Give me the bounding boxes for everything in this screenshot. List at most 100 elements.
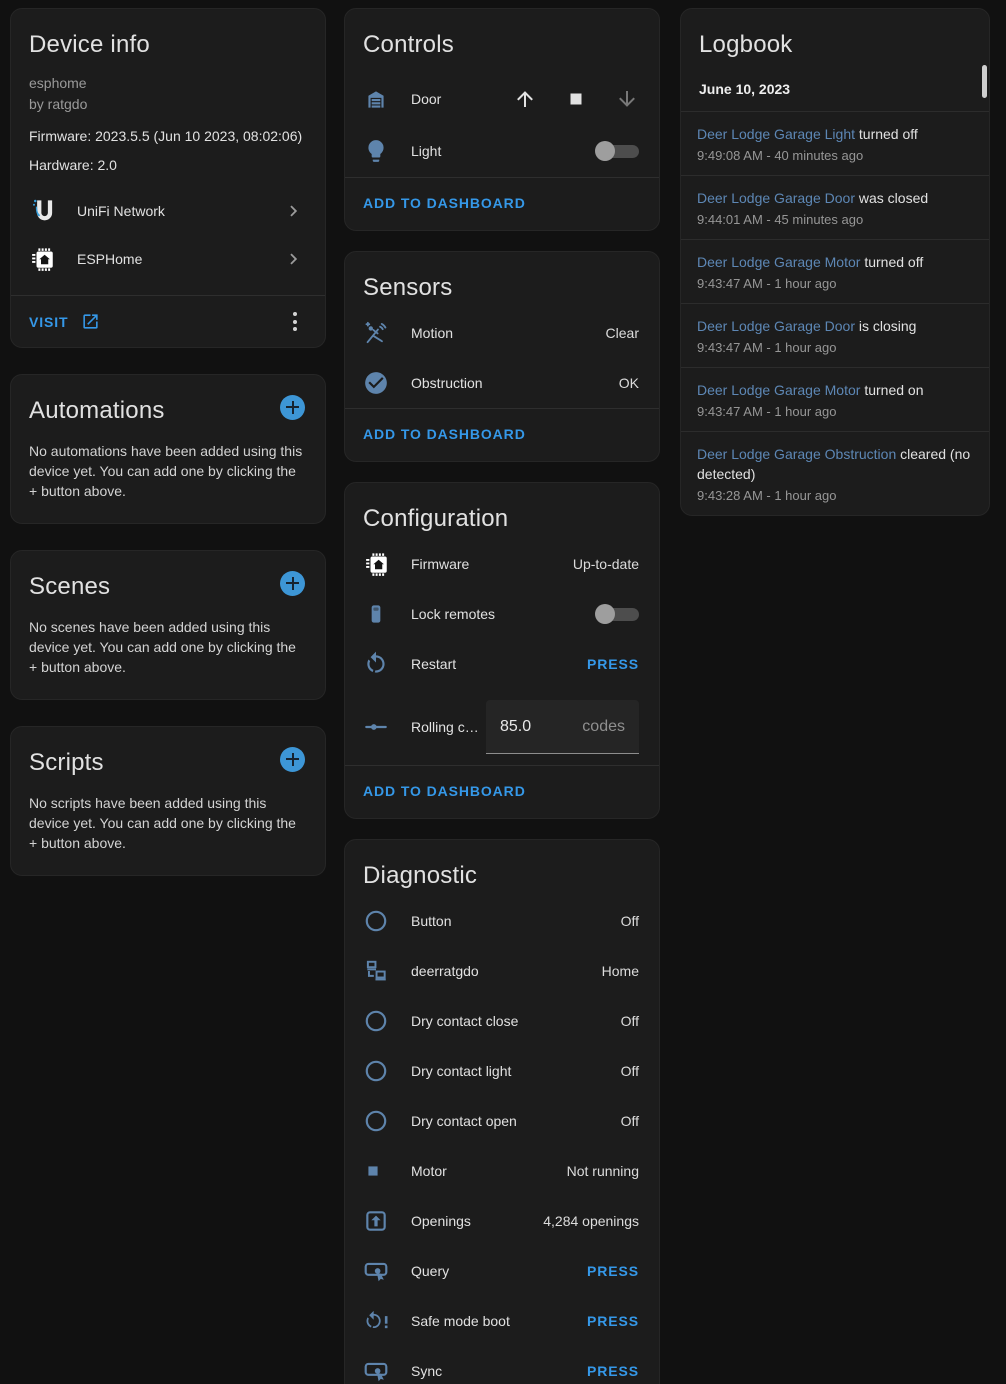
chevron-right-icon: [283, 248, 305, 270]
sensor-state: OK: [618, 375, 639, 391]
check-circle-icon: [363, 370, 389, 396]
device-info-card: Device info esphome by ratgdo Firmware: …: [10, 8, 326, 348]
logbook-entity-link[interactable]: Deer Lodge Garage Obstruction: [697, 446, 896, 462]
square-icon: [363, 1161, 383, 1181]
rolling-code-value: 85.0: [500, 717, 532, 735]
logbook-timestamp: 9:43:28 AM - 1 hour ago: [697, 488, 837, 503]
add-to-dashboard-link[interactable]: ADD TO DASHBOARD: [363, 783, 526, 799]
diag-row-dry-contact-close[interactable]: Dry contact close Off: [345, 996, 659, 1046]
logbook-entity-link[interactable]: Deer Lodge Garage Motor: [697, 382, 860, 398]
right-column: Logbook June 10, 2023 Deer Lodge Garage …: [680, 8, 990, 516]
garage-door-icon: [363, 86, 389, 112]
light-toggle[interactable]: [595, 140, 639, 162]
cover-close-button[interactable]: [615, 87, 639, 111]
integration-label: UniFi Network: [77, 203, 165, 219]
diag-state: 4,284 openings: [543, 1213, 639, 1229]
logbook-scrollbar[interactable]: [982, 65, 987, 98]
config-row-firmware[interactable]: Firmware Up-to-date: [345, 539, 659, 589]
logbook-entry: Deer Lodge Garage Light turned off 9:49:…: [681, 111, 989, 175]
sensors-title: Sensors: [363, 274, 453, 301]
logbook-action: is closing: [858, 318, 917, 334]
config-state: Up-to-date: [572, 556, 639, 572]
integration-label: ESPHome: [77, 251, 143, 267]
logbook-date-header: June 10, 2023: [699, 81, 791, 97]
add-automation-button[interactable]: [280, 394, 305, 420]
diag-label: Safe mode boot: [411, 1313, 510, 1329]
counter-icon: [363, 714, 389, 740]
logbook-entry: Deer Lodge Garage Obstruction cleared (n…: [681, 431, 989, 515]
sensor-label: Motion: [411, 325, 454, 341]
logbook-entity-link[interactable]: Deer Lodge Garage Door: [697, 318, 855, 334]
device-name: esphome: [29, 75, 87, 91]
overflow-menu-button[interactable]: [283, 312, 307, 331]
diag-row-dry-contact-open[interactable]: Dry contact open Off: [345, 1096, 659, 1146]
device-info-title: Device info: [29, 31, 150, 58]
scripts-empty-text: No scripts have been added using this de…: [29, 795, 296, 851]
config-label: Lock remotes: [411, 606, 496, 622]
add-scene-button[interactable]: [280, 570, 305, 596]
restart-press-button[interactable]: PRESS: [587, 656, 639, 672]
integration-list: UniFi Network ESPHome: [11, 187, 325, 283]
device-firmware: Firmware: 2023.5.5 (Jun 10 2023, 08:02:0…: [29, 128, 303, 144]
safe-mode-boot-press-button[interactable]: PRESS: [587, 1313, 639, 1329]
esphome-icon: [29, 244, 59, 274]
diag-row-openings[interactable]: Openings 4,284 openings: [345, 1196, 659, 1246]
integration-row-esphome[interactable]: ESPHome: [11, 235, 325, 283]
query-press-button[interactable]: PRESS: [587, 1263, 639, 1279]
controls-card: Controls Door Light ADD TO DASHBOARD: [344, 8, 660, 231]
diag-label: Openings: [411, 1213, 471, 1229]
scenes-title: Scenes: [29, 573, 111, 600]
config-row-restart[interactable]: Restart PRESS: [345, 639, 659, 689]
diag-row-safe-mode-boot[interactable]: Safe mode boot PRESS: [345, 1296, 659, 1346]
sensor-state: Clear: [605, 325, 639, 341]
control-label: Light: [411, 143, 442, 159]
diag-row-button[interactable]: Button Off: [345, 896, 659, 946]
cover-stop-button[interactable]: [564, 87, 588, 111]
scripts-title: Scripts: [29, 749, 104, 776]
logbook-entity-link[interactable]: Deer Lodge Garage Motor: [697, 254, 860, 270]
add-script-button[interactable]: [280, 746, 305, 772]
config-row-lock-remotes[interactable]: Lock remotes: [345, 589, 659, 639]
diag-row-sync[interactable]: Sync PRESS: [345, 1346, 659, 1384]
diag-state: Off: [620, 1063, 639, 1079]
automations-card: Automations No automations have been add…: [10, 374, 326, 524]
cover-open-button[interactable]: [513, 87, 537, 111]
esphome-chip-icon: [363, 549, 393, 579]
device-info-footer: VISIT: [11, 295, 325, 347]
sensor-row-obstruction[interactable]: Obstruction OK: [345, 358, 659, 408]
logbook-entry: Deer Lodge Garage Door was closed 9:44:0…: [681, 175, 989, 239]
logbook-timestamp: 9:43:47 AM - 1 hour ago: [697, 340, 837, 355]
control-label: Door: [411, 91, 442, 107]
add-to-dashboard-link[interactable]: ADD TO DASHBOARD: [363, 195, 526, 211]
diag-state: Off: [620, 1013, 639, 1029]
rolling-code-input[interactable]: 85.0 codes: [486, 700, 639, 754]
diag-state: Off: [620, 1113, 639, 1129]
control-row-door[interactable]: Door: [345, 73, 659, 125]
gesture-tap-button-icon: [363, 1258, 389, 1284]
diag-row-deerratgdo[interactable]: deerratgdo Home: [345, 946, 659, 996]
diag-row-query[interactable]: Query PRESS: [345, 1246, 659, 1296]
logbook-timestamp: 9:43:47 AM - 1 hour ago: [697, 404, 837, 419]
controls-footer: ADD TO DASHBOARD: [345, 177, 659, 230]
diag-label: deerratgdo: [411, 963, 479, 979]
sync-press-button[interactable]: PRESS: [587, 1363, 639, 1379]
visit-button[interactable]: VISIT: [29, 312, 283, 331]
logbook-timestamp: 9:49:08 AM - 40 minutes ago: [697, 148, 864, 163]
logbook-timestamp: 9:43:47 AM - 1 hour ago: [697, 276, 837, 291]
diagnostic-title: Diagnostic: [363, 862, 478, 889]
diag-row-dry-contact-light[interactable]: Dry contact light Off: [345, 1046, 659, 1096]
automations-title: Automations: [29, 397, 165, 424]
control-row-light[interactable]: Light: [345, 125, 659, 177]
diag-label: Motor: [411, 1163, 447, 1179]
sensor-row-motion[interactable]: Motion Clear: [345, 308, 659, 358]
configuration-footer: ADD TO DASHBOARD: [345, 765, 659, 818]
logbook-entity-link[interactable]: Deer Lodge Garage Light: [697, 126, 855, 142]
config-row-rolling-code[interactable]: Rolling co… 85.0 codes: [345, 689, 659, 765]
integration-row-unifi[interactable]: UniFi Network: [11, 187, 325, 235]
diag-row-motor[interactable]: Motor Not running: [345, 1146, 659, 1196]
lock-remotes-toggle[interactable]: [595, 603, 639, 625]
logbook-timestamp: 9:44:01 AM - 45 minutes ago: [697, 212, 864, 227]
add-to-dashboard-link[interactable]: ADD TO DASHBOARD: [363, 426, 526, 442]
logbook-entity-link[interactable]: Deer Lodge Garage Door: [697, 190, 855, 206]
logbook-entry: Deer Lodge Garage Motor turned on 9:43:4…: [681, 367, 989, 431]
